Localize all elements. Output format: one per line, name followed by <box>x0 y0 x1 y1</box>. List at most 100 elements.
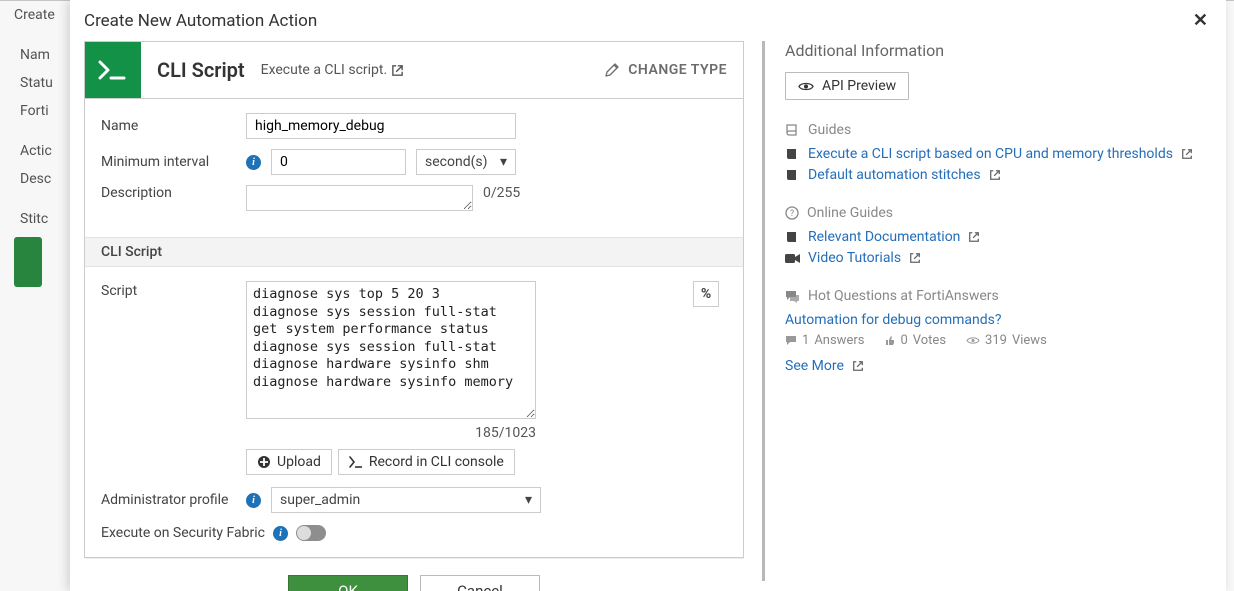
book-icon <box>785 230 800 244</box>
terminal-icon <box>85 42 141 98</box>
interval-unit-value: second(s) <box>425 154 487 170</box>
guide-link[interactable]: Execute a CLI script based on CPU and me… <box>808 146 1173 162</box>
right-title: Additional Information <box>785 41 1212 60</box>
external-link-icon[interactable] <box>1181 148 1193 160</box>
guides-heading-text: Guides <box>808 122 851 138</box>
guide-link-row: Default automation stitches <box>785 167 1212 183</box>
question-circle-icon: ? <box>785 206 799 220</box>
upload-button[interactable]: Upload <box>246 449 332 475</box>
modal: Create New Automation Action ✕ CLI Scrip… <box>70 0 1226 591</box>
votes-label: Votes <box>913 333 946 348</box>
eye-small-icon <box>966 336 980 345</box>
views-count: 319 <box>985 333 1007 348</box>
external-link-icon[interactable] <box>852 360 864 372</box>
views-meta: 319 Views <box>966 333 1047 348</box>
guide-link-row: Execute a CLI script based on CPU and me… <box>785 146 1212 162</box>
chevron-down-icon: ▾ <box>500 154 507 170</box>
script-textarea[interactable] <box>246 281 536 419</box>
chat-icon <box>785 290 800 303</box>
change-type-button[interactable]: CHANGE TYPE <box>604 62 727 78</box>
change-type-label: CHANGE TYPE <box>628 62 727 78</box>
footer: OK Cancel <box>84 558 744 591</box>
answers-count: 1 <box>802 333 809 348</box>
script-side: % <box>693 281 727 307</box>
hot-question-link[interactable]: Automation for debug commands? <box>785 312 1002 328</box>
external-link-icon[interactable] <box>968 231 980 243</box>
modal-title: Create New Automation Action <box>84 11 317 31</box>
exec-fabric-row: Execute on Security Fabric i <box>85 513 743 557</box>
pencil-icon <box>604 62 620 78</box>
card-subtitle-text: Execute a CLI script. <box>261 62 388 78</box>
admin-row: Administrator profile i super_admin ▾ <box>85 475 743 513</box>
see-more-row: See More <box>785 358 1212 374</box>
interval-label: Minimum interval <box>101 154 236 170</box>
script-section-title: CLI Script <box>85 237 743 267</box>
book-icon <box>785 123 800 137</box>
modal-body: CLI Script Execute a CLI script. CHANGE … <box>70 41 1226 591</box>
description-row: Description 0/255 <box>101 185 727 211</box>
guides-heading: Guides <box>785 122 1212 138</box>
upload-label: Upload <box>277 454 321 470</box>
close-button[interactable]: ✕ <box>1189 10 1212 31</box>
toggle-knob <box>297 526 311 540</box>
video-icon <box>785 253 800 264</box>
api-preview-button[interactable]: API Preview <box>785 72 909 100</box>
modal-titlebar: Create New Automation Action ✕ <box>70 0 1226 41</box>
hot-questions-heading: Hot Questions at FortiAnswers <box>785 288 1212 304</box>
interval-row: Minimum interval i second(s) ▾ <box>101 149 727 175</box>
online-guide-row: Video Tutorials <box>785 250 1212 266</box>
eye-icon <box>798 81 814 92</box>
hot-question-row: Automation for debug commands? <box>785 312 1212 328</box>
action-card: CLI Script Execute a CLI script. CHANGE … <box>84 41 744 558</box>
chevron-down-icon: ▾ <box>525 492 532 508</box>
comment-icon <box>785 335 797 346</box>
online-guides-heading: ? Online Guides <box>785 205 1212 221</box>
hot-questions-section: Hot Questions at FortiAnswers Automation… <box>785 288 1212 374</box>
ok-button[interactable]: OK <box>288 575 408 591</box>
hot-question-meta: 1 Answers 0 Votes 319 Views <box>785 333 1212 348</box>
cancel-button[interactable]: Cancel <box>420 575 540 591</box>
info-icon[interactable]: i <box>273 526 288 541</box>
name-label: Name <box>101 118 236 134</box>
card-subtitle: Execute a CLI script. <box>261 62 405 78</box>
admin-value: super_admin <box>280 492 360 508</box>
card-title: CLI Script <box>157 58 245 82</box>
card-header: CLI Script Execute a CLI script. CHANGE … <box>85 42 743 99</box>
guides-section: Guides Execute a CLI script based on CPU… <box>785 122 1212 183</box>
script-label: Script <box>101 281 236 299</box>
name-row: Name <box>101 113 727 139</box>
external-link-icon[interactable] <box>391 64 404 77</box>
left-column: CLI Script Execute a CLI script. CHANGE … <box>84 41 744 581</box>
interval-input[interactable] <box>271 149 406 175</box>
script-wrap <box>246 281 683 423</box>
terminal-small-icon <box>349 456 363 468</box>
right-column: Additional Information API Preview Guide… <box>762 41 1212 581</box>
info-icon[interactable]: i <box>246 155 261 170</box>
description-label: Description <box>101 185 236 201</box>
interval-unit-select[interactable]: second(s) ▾ <box>416 149 516 175</box>
see-more-link[interactable]: See More <box>785 358 844 374</box>
answers-label: Answers <box>814 333 864 348</box>
info-icon[interactable]: i <box>246 493 261 508</box>
admin-select[interactable]: super_admin ▾ <box>271 487 541 513</box>
record-label: Record in CLI console <box>369 454 504 470</box>
svg-text:?: ? <box>790 209 794 219</box>
api-preview-label: API Preview <box>822 78 896 94</box>
percent-button[interactable]: % <box>693 281 719 307</box>
script-buttons: Upload Record in CLI console <box>85 441 743 475</box>
votes-count: 0 <box>900 333 907 348</box>
plus-circle-icon <box>257 455 271 469</box>
script-counter-row: 185/1023 <box>85 425 743 441</box>
online-guide-link[interactable]: Relevant Documentation <box>808 229 960 245</box>
exec-fabric-label: Execute on Security Fabric <box>101 525 265 541</box>
book-icon <box>785 147 800 161</box>
external-link-icon[interactable] <box>909 252 921 264</box>
script-row: Script % <box>85 267 743 431</box>
online-guide-link[interactable]: Video Tutorials <box>808 250 901 266</box>
guide-link[interactable]: Default automation stitches <box>808 167 981 183</box>
name-input[interactable] <box>246 113 516 139</box>
external-link-icon[interactable] <box>989 169 1001 181</box>
exec-fabric-toggle[interactable] <box>296 525 326 541</box>
description-input[interactable] <box>246 185 473 211</box>
record-button[interactable]: Record in CLI console <box>338 449 515 475</box>
